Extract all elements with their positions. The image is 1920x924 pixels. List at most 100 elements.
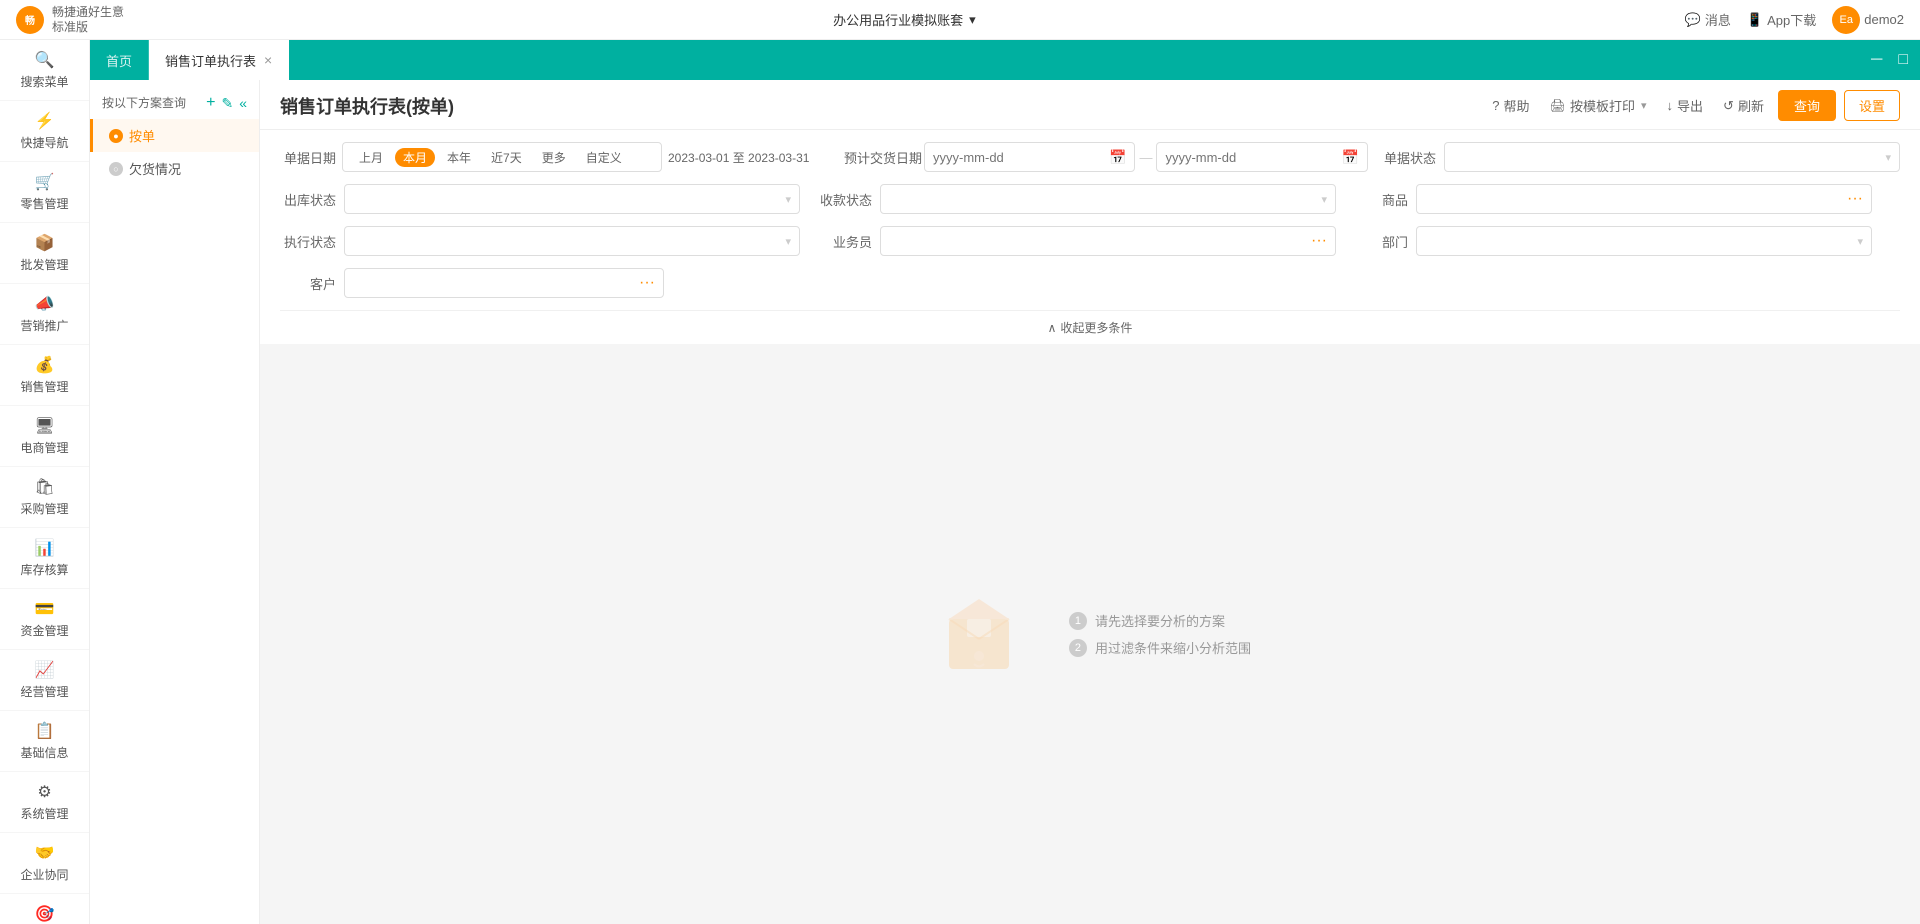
- retail-icon: 🛒: [35, 172, 55, 192]
- expected-date-label: 预计交货日期: [844, 148, 916, 167]
- custom-tag[interactable]: 自定义: [578, 148, 630, 167]
- payment-select[interactable]: ▾: [880, 184, 1336, 214]
- filter-row-2: 出库状态 ▾ 收款状态 ▾ 商品: [280, 184, 1900, 214]
- execution-select[interactable]: ▾: [344, 226, 800, 256]
- sidebar-item-sales[interactable]: 💰 销售管理: [0, 345, 89, 406]
- expected-date-end[interactable]: 📅: [1156, 142, 1367, 172]
- purchase-icon: 🛍: [34, 477, 54, 497]
- settings-button[interactable]: 设置: [1844, 90, 1900, 121]
- sidebar-item-ecommerce[interactable]: 🖥 电商管理: [0, 406, 89, 467]
- cur-month-tag[interactable]: 本月: [395, 148, 435, 167]
- step-2-num: 2: [1069, 639, 1087, 657]
- help-icon: ?: [1492, 98, 1499, 113]
- tab-sales-order[interactable]: 销售订单执行表 ×: [149, 40, 289, 80]
- tab-minimize-icon[interactable]: ─: [1867, 47, 1886, 73]
- query-button[interactable]: 查询: [1778, 90, 1836, 121]
- sidebar-item-quick[interactable]: ⚡ 快捷导航: [0, 101, 89, 162]
- collapse-panel-button[interactable]: «: [239, 96, 247, 110]
- page-header: 销售订单执行表(按单) ? 帮助 🖨 按模板打印 ▾ ↓ 导出: [260, 80, 1920, 130]
- salesperson-dots-icon[interactable]: ···: [1311, 232, 1327, 250]
- status-select[interactable]: ▾: [1444, 142, 1900, 172]
- export-icon: ↓: [1667, 98, 1674, 113]
- delivery-arrow-icon: ▾: [785, 193, 791, 206]
- add-scheme-button[interactable]: +: [206, 95, 215, 111]
- sidebar-item-basic[interactable]: 📋 基础信息: [0, 711, 89, 772]
- payment-label: 收款状态: [816, 190, 872, 209]
- filter-status-item: 单据状态 ▾: [1380, 142, 1900, 172]
- date-dash: —: [1139, 150, 1152, 165]
- sidebar-item-finance[interactable]: 💳 资金管理: [0, 589, 89, 650]
- goods-input[interactable]: ···: [1416, 184, 1872, 214]
- page-title: 销售订单执行表(按单): [280, 93, 454, 119]
- export-button[interactable]: ↓ 导出: [1661, 92, 1710, 119]
- collapse-bar[interactable]: ∧ 收起更多条件: [280, 310, 1900, 344]
- customer-dots-icon[interactable]: ···: [639, 274, 655, 292]
- app-download-action[interactable]: 📱 App下载: [1747, 10, 1816, 29]
- filter-delivery-item: 出库状态 ▾: [280, 184, 800, 214]
- print-button[interactable]: 🖨 按模板打印 ▾: [1543, 92, 1652, 119]
- date-label: 单据日期: [280, 148, 336, 167]
- sidebar-item-search[interactable]: 🔍 搜索菜单: [0, 40, 89, 101]
- sidebar-item-newbie[interactable]: 🎯 新手引导: [0, 894, 89, 924]
- dept-select[interactable]: ▾: [1416, 226, 1872, 256]
- filter-expected-date-range: 📅 — 📅: [924, 142, 1368, 172]
- scheme-item-欠货情况[interactable]: ○ 欠货情况: [90, 152, 259, 185]
- sidebar-item-operation[interactable]: 📈 经营管理: [0, 650, 89, 711]
- left-panel: 按以下方案查询 + ✎ « ● 按单 ○ 欠货情况: [90, 80, 260, 924]
- more-tag[interactable]: 更多: [534, 148, 574, 167]
- prev-month-tag[interactable]: 上月: [351, 148, 391, 167]
- top-bar-left: 畅 畅捷通好生意 标准版: [16, 5, 124, 34]
- sidebar-item-stock[interactable]: 📊 库存核算: [0, 528, 89, 589]
- message-action[interactable]: 💬 消息: [1685, 10, 1731, 29]
- payment-arrow-icon: ▾: [1321, 193, 1327, 206]
- edit-scheme-button[interactable]: ✎: [221, 96, 233, 110]
- customer-input[interactable]: ···: [344, 268, 664, 298]
- salesperson-label: 业务员: [816, 232, 872, 251]
- logo-icon: 畅: [16, 6, 44, 34]
- sidebar-item-retail[interactable]: 🛒 零售管理: [0, 162, 89, 223]
- quick-icon: ⚡: [35, 111, 55, 131]
- operation-icon: 📈: [35, 660, 55, 680]
- sidebar-item-collab[interactable]: 🤝 企业协同: [0, 833, 89, 894]
- expected-date-end-input[interactable]: [1165, 150, 1341, 165]
- tab-home[interactable]: 首页: [90, 40, 149, 80]
- print-icon: 🖨: [1549, 98, 1566, 114]
- page-actions-group: ? 帮助 🖨 按模板打印 ▾ ↓ 导出 ↺ 刷新: [1486, 90, 1900, 121]
- empty-illustration: [929, 584, 1029, 684]
- filter-salesperson-item: 业务员 ···: [816, 226, 1336, 256]
- expected-date-start[interactable]: 📅: [924, 142, 1135, 172]
- execution-label: 执行状态: [280, 232, 336, 251]
- lp-actions: + ✎ «: [206, 95, 247, 111]
- system-icon: ⚙: [37, 782, 51, 802]
- sidebar-item-wholesale[interactable]: 📦 批发管理: [0, 223, 89, 284]
- help-button[interactable]: ? 帮助: [1486, 92, 1535, 119]
- salesperson-input[interactable]: ···: [880, 226, 1336, 256]
- sidebar-item-marketing[interactable]: 📣 营销推广: [0, 284, 89, 345]
- expected-date-start-input[interactable]: [933, 150, 1109, 165]
- cur-year-tag[interactable]: 本年: [439, 148, 479, 167]
- empty-step-2: 2 用过滤条件来缩小分析范围: [1069, 638, 1251, 657]
- sidebar-item-system[interactable]: ⚙ 系统管理: [0, 772, 89, 833]
- refresh-button[interactable]: ↺ 刷新: [1717, 92, 1770, 119]
- sidebar-item-purchase[interactable]: 🛍 采购管理: [0, 467, 89, 528]
- ecommerce-icon: 🖥: [34, 416, 54, 436]
- customer-label: 客户: [280, 274, 336, 293]
- tab-bar-actions: ─ □: [1867, 47, 1920, 73]
- delivery-select[interactable]: ▾: [344, 184, 800, 214]
- newbie-icon: 🎯: [35, 904, 55, 924]
- last7-tag[interactable]: 近7天: [483, 148, 530, 167]
- tab-maximize-icon[interactable]: □: [1894, 47, 1912, 73]
- top-bar-right: 💬 消息 📱 App下载 Ea demo2: [1685, 6, 1904, 34]
- top-bar: 畅 畅捷通好生意 标准版 办公用品行业模拟账套 ▾ 💬 消息 📱 App下载 E…: [0, 0, 1920, 40]
- marketing-icon: 📣: [35, 294, 55, 314]
- tab-close-icon[interactable]: ×: [264, 52, 272, 68]
- user-menu[interactable]: Ea demo2: [1832, 6, 1904, 34]
- filter-dept-item: 部门 ▾: [1352, 226, 1872, 256]
- scheme-item-按单[interactable]: ● 按单: [90, 119, 259, 152]
- goods-dots-icon[interactable]: ···: [1847, 190, 1863, 208]
- print-arrow-icon[interactable]: ▾: [1641, 99, 1647, 112]
- page-title-row: 销售订单执行表(按单) ? 帮助 🖨 按模板打印 ▾ ↓ 导出: [280, 90, 1900, 129]
- filter-execution-item: 执行状态 ▾: [280, 226, 800, 256]
- empty-state-content: 1 请先选择要分析的方案 2 用过滤条件来缩小分析范围: [929, 584, 1251, 684]
- breadcrumb-down-icon[interactable]: ▾: [969, 12, 976, 28]
